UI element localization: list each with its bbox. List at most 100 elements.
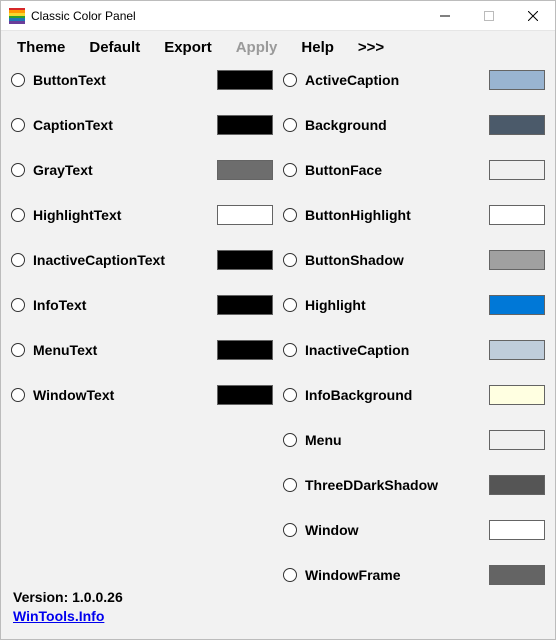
color-row-buttonface: ButtonFace xyxy=(283,159,545,181)
label-buttonhighlight: ButtonHighlight xyxy=(305,207,483,223)
color-row-highlighttext: HighlightText xyxy=(11,204,273,226)
radio-threeddarkshadow[interactable] xyxy=(283,478,297,492)
radio-buttontext[interactable] xyxy=(11,73,25,87)
color-row-window: Window xyxy=(283,519,545,541)
color-row-activecaption: ActiveCaption xyxy=(283,69,545,91)
color-row-windowframe: WindowFrame xyxy=(283,564,545,586)
menu-item-default[interactable]: Default xyxy=(81,37,148,58)
swatch-windowtext[interactable] xyxy=(217,385,273,405)
color-row-highlight: Highlight xyxy=(283,294,545,316)
swatch-buttonshadow[interactable] xyxy=(489,250,545,270)
footer: Version: 1.0.0.26 WinTools.Info xyxy=(13,588,123,627)
swatch-menutext[interactable] xyxy=(217,340,273,360)
color-row-captiontext: CaptionText xyxy=(11,114,273,136)
swatch-threeddarkshadow[interactable] xyxy=(489,475,545,495)
menubar: Theme Default Export Apply Help >>> xyxy=(1,31,555,63)
swatch-buttonface[interactable] xyxy=(489,160,545,180)
label-buttonshadow: ButtonShadow xyxy=(305,252,483,268)
label-captiontext: CaptionText xyxy=(33,117,211,133)
label-infobackground: InfoBackground xyxy=(305,387,483,403)
label-activecaption: ActiveCaption xyxy=(305,72,483,88)
radio-graytext[interactable] xyxy=(11,163,25,177)
swatch-graytext[interactable] xyxy=(217,160,273,180)
swatch-menu[interactable] xyxy=(489,430,545,450)
minimize-button[interactable] xyxy=(423,1,467,31)
menu-item-help[interactable]: Help xyxy=(293,37,342,58)
color-row-buttonhighlight: ButtonHighlight xyxy=(283,204,545,226)
radio-buttonhighlight[interactable] xyxy=(283,208,297,222)
radio-window[interactable] xyxy=(283,523,297,537)
menu-item--[interactable]: >>> xyxy=(350,37,392,58)
color-row-windowtext: WindowText xyxy=(11,384,273,406)
swatch-activecaption[interactable] xyxy=(489,70,545,90)
wintools-link[interactable]: WinTools.Info xyxy=(13,607,123,627)
radio-highlight[interactable] xyxy=(283,298,297,312)
radio-highlighttext[interactable] xyxy=(11,208,25,222)
swatch-highlighttext[interactable] xyxy=(217,205,273,225)
label-windowtext: WindowText xyxy=(33,387,211,403)
radio-infobackground[interactable] xyxy=(283,388,297,402)
color-row-inactivecaption: InactiveCaption xyxy=(283,339,545,361)
radio-inactivecaption[interactable] xyxy=(283,343,297,357)
label-background: Background xyxy=(305,117,483,133)
app-window: Classic Color Panel Theme Default Export Ap… xyxy=(0,0,556,640)
radio-captiontext[interactable] xyxy=(11,118,25,132)
radio-menu[interactable] xyxy=(283,433,297,447)
color-row-graytext: GrayText xyxy=(11,159,273,181)
label-highlight: Highlight xyxy=(305,297,483,313)
radio-inactivecaptiontext[interactable] xyxy=(11,253,25,267)
color-row-inactivecaptiontext: InactiveCaptionText xyxy=(11,249,273,271)
swatch-buttontext[interactable] xyxy=(217,70,273,90)
color-row-background: Background xyxy=(283,114,545,136)
color-row-menu: Menu xyxy=(283,429,545,451)
close-button[interactable] xyxy=(511,1,555,31)
menu-item-theme[interactable]: Theme xyxy=(9,37,73,58)
radio-menutext[interactable] xyxy=(11,343,25,357)
left-column: ButtonText CaptionText GrayText HighlightTe… xyxy=(11,69,273,633)
app-icon xyxy=(9,8,25,24)
label-highlighttext: HighlightText xyxy=(33,207,211,223)
color-row-buttontext: ButtonText xyxy=(11,69,273,91)
swatch-windowframe[interactable] xyxy=(489,565,545,585)
label-threeddarkshadow: ThreeDDarkShadow xyxy=(305,477,483,493)
swatch-captiontext[interactable] xyxy=(217,115,273,135)
label-graytext: GrayText xyxy=(33,162,211,178)
label-windowframe: WindowFrame xyxy=(305,567,483,583)
radio-background[interactable] xyxy=(283,118,297,132)
menu-item-export[interactable]: Export xyxy=(156,37,220,58)
radio-buttonface[interactable] xyxy=(283,163,297,177)
label-window: Window xyxy=(305,522,483,538)
swatch-infobackground[interactable] xyxy=(489,385,545,405)
swatch-infotext[interactable] xyxy=(217,295,273,315)
swatch-inactivecaptiontext[interactable] xyxy=(217,250,273,270)
swatch-inactivecaption[interactable] xyxy=(489,340,545,360)
menu-item-apply: Apply xyxy=(228,37,286,58)
radio-buttonshadow[interactable] xyxy=(283,253,297,267)
label-infotext: InfoText xyxy=(33,297,211,313)
label-inactivecaption: InactiveCaption xyxy=(305,342,483,358)
content-area: ButtonText CaptionText GrayText HighlightTe… xyxy=(1,63,555,639)
titlebar: Classic Color Panel xyxy=(1,1,555,31)
radio-activecaption[interactable] xyxy=(283,73,297,87)
swatch-highlight[interactable] xyxy=(489,295,545,315)
radio-windowtext[interactable] xyxy=(11,388,25,402)
label-buttonface: ButtonFace xyxy=(305,162,483,178)
color-row-infobackground: InfoBackground xyxy=(283,384,545,406)
right-column: ActiveCaption Background ButtonFace ButtonH… xyxy=(283,69,545,633)
color-row-menutext: MenuText xyxy=(11,339,273,361)
window-title: Classic Color Panel xyxy=(31,9,136,23)
swatch-background[interactable] xyxy=(489,115,545,135)
radio-windowframe[interactable] xyxy=(283,568,297,582)
color-row-threeddarkshadow: ThreeDDarkShadow xyxy=(283,474,545,496)
color-row-infotext: InfoText xyxy=(11,294,273,316)
radio-infotext[interactable] xyxy=(11,298,25,312)
swatch-window[interactable] xyxy=(489,520,545,540)
label-menutext: MenuText xyxy=(33,342,211,358)
label-buttontext: ButtonText xyxy=(33,72,211,88)
swatch-buttonhighlight[interactable] xyxy=(489,205,545,225)
label-menu: Menu xyxy=(305,432,483,448)
color-row-buttonshadow: ButtonShadow xyxy=(283,249,545,271)
label-inactivecaptiontext: InactiveCaptionText xyxy=(33,252,211,268)
version-label: Version: 1.0.0.26 xyxy=(13,588,123,608)
maximize-button xyxy=(467,1,511,31)
